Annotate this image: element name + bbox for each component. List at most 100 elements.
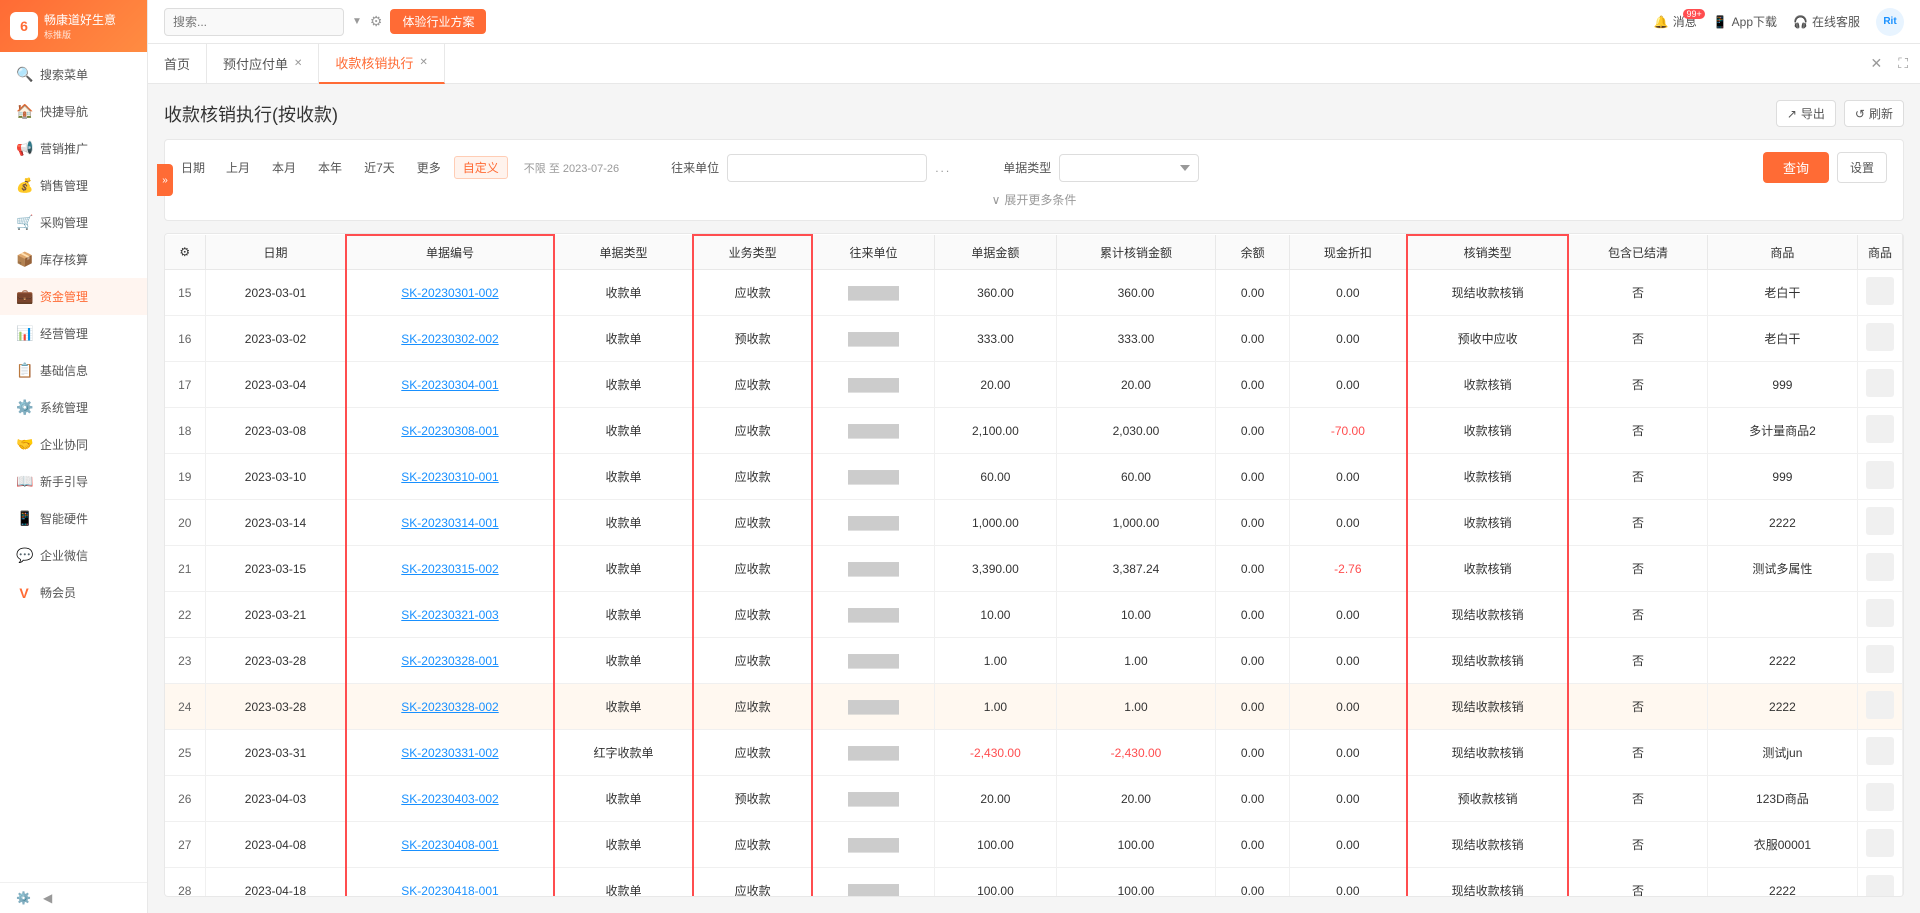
row-date: 2023-04-03 [205,776,346,822]
tab-close-prepay[interactable]: ✕ [294,58,302,69]
sidebar-item-purchase[interactable]: 🛒 采购管理 [0,204,147,241]
voucher-link[interactable]: SK-20230315-002 [401,562,498,576]
sidebar-item-sales[interactable]: 💰 销售管理 [0,167,147,204]
voucher-type-select[interactable] [1059,154,1199,182]
row-balance: 0.00 [1216,776,1290,822]
voucher-link[interactable]: SK-20230304-001 [401,378,498,392]
page-title: 收款核销执行(按收款) [164,101,338,127]
voucher-link[interactable]: SK-20230308-001 [401,424,498,438]
sidebar-item-hardware[interactable]: 📱 智能硬件 [0,500,147,537]
sidebar-item-system[interactable]: ⚙️ 系统管理 [0,389,147,426]
voucher-type-filter: 单据类型 [1003,154,1199,182]
tab-actions: ✕ ⛶ [1866,55,1920,72]
row-no: 28 [165,868,205,898]
money-icon: 💰 [16,177,32,194]
date-btn-custom[interactable]: 自定义 [454,156,508,179]
row-goods-img [1858,822,1903,868]
voucher-link[interactable]: SK-20230314-001 [401,516,498,530]
row-voucher-type: 收款单 [554,868,694,898]
row-include-settled: 否 [1568,454,1707,500]
tab-prepay[interactable]: 预付应付单 ✕ [207,44,319,84]
finance-icon: 💼 [16,288,32,305]
tab-receipt[interactable]: 收款核销执行 ✕ [319,44,444,84]
row-cum-amount: 100.00 [1056,822,1216,868]
voucher-link[interactable]: SK-20230310-001 [401,470,498,484]
partner-filter: 往来单位 ... [671,154,951,182]
cart-icon: 🛒 [16,214,32,231]
row-voucher-type: 收款单 [554,362,694,408]
sidebar-item-quick[interactable]: 🏠 快捷导航 [0,93,147,130]
maximize-tab-icon[interactable]: ⛶ [1894,55,1912,72]
query-button[interactable]: 查询 [1763,152,1829,183]
voucher-link[interactable]: SK-20230302-002 [401,332,498,346]
sidebar-item-basic[interactable]: 📋 基础信息 [0,352,147,389]
tab-close-receipt[interactable]: ✕ [419,57,427,68]
row-include-settled: 否 [1568,546,1707,592]
row-cum-amount: -2,430.00 [1056,730,1216,776]
topbar-gear-icon[interactable]: ⚙ [370,13,383,30]
sidebar-item-wechat[interactable]: 💬 企业微信 [0,537,147,574]
voucher-link[interactable]: SK-20230301-002 [401,286,498,300]
voucher-link[interactable]: SK-20230328-001 [401,654,498,668]
setting-button[interactable]: 设置 [1837,152,1887,183]
date-btn-this-month[interactable]: 本月 [263,156,305,179]
online-service-button[interactable]: 🎧 在线客服 [1793,13,1860,30]
tab-home[interactable]: 首页 [148,44,207,84]
user-avatar[interactable]: Rit [1876,8,1904,36]
row-cum-amount: 1,000.00 [1056,500,1216,546]
row-no: 23 [165,638,205,684]
col-cancel-type: 核销类型 [1407,235,1568,270]
sidebar-item-operation[interactable]: 📊 经营管理 [0,315,147,352]
partner-input[interactable] [727,154,927,182]
col-date: 日期 [205,235,346,270]
table-row: 18 2023-03-08 SK-20230308-001 收款单 应收款 ██… [165,408,1903,454]
row-goods: 2222 [1707,868,1857,898]
voucher-link[interactable]: SK-20230403-002 [401,792,498,806]
row-cash-discount: -2.76 [1289,546,1407,592]
sidebar-item-inventory[interactable]: 📦 库存核算 [0,241,147,278]
page-header: 收款核销执行(按收款) ↗ 导出 ↺ 刷新 [164,100,1904,127]
row-voucher-type: 收款单 [554,546,694,592]
voucher-link[interactable]: SK-20230331-002 [401,746,498,760]
topbar-left: ▼ ⚙ 体验行业方案 [164,8,1642,36]
row-partner: ██████ [812,592,935,638]
date-btn-more[interactable]: 更多 [408,156,450,179]
export-button[interactable]: ↗ 导出 [1776,100,1836,127]
row-biz-type: 应收款 [693,270,811,316]
row-amount: 100.00 [935,822,1056,868]
collapse-icon[interactable]: ◀ [43,891,52,905]
industry-solution-button[interactable]: 体验行业方案 [390,9,486,34]
messages-button[interactable]: 🔔 消息 99+ [1654,13,1697,30]
chevron-down-icon: ∨ [992,193,1001,207]
row-partner: ██████ [812,868,935,898]
refresh-button[interactable]: ↺ 刷新 [1844,100,1904,127]
sidebar-item-marketing[interactable]: 📢 营销推广 [0,130,147,167]
voucher-link[interactable]: SK-20230408-001 [401,838,498,852]
col-cash-discount: 现金折扣 [1289,235,1407,270]
sidebar-item-search[interactable]: 🔍 搜索菜单 [0,56,147,93]
table-header-row: ⚙ 日期 单据编号 单据类型 业务类型 往来单位 单据金额 累计核销金额 余额 … [165,235,1903,270]
row-balance: 0.00 [1216,454,1290,500]
date-btn-this-year[interactable]: 本年 [309,156,351,179]
date-btn-7days[interactable]: 近7天 [355,156,404,179]
voucher-link[interactable]: SK-20230328-002 [401,700,498,714]
row-include-settled: 否 [1568,362,1707,408]
settings-icon[interactable]: ⚙️ [16,891,31,905]
date-btn-last-month[interactable]: 上月 [217,156,259,179]
app-download-button[interactable]: 📱 App下载 [1713,13,1777,30]
sidebar-item-finance[interactable]: 💼 资金管理 [0,278,147,315]
row-date: 2023-04-08 [205,822,346,868]
topbar-search[interactable] [164,8,344,36]
voucher-link[interactable]: SK-20230321-003 [401,608,498,622]
row-amount: 10.00 [935,592,1056,638]
col-balance: 余额 [1216,235,1290,270]
voucher-link[interactable]: SK-20230418-001 [401,884,498,898]
sidebar-item-corp[interactable]: 🤝 企业协同 [0,426,147,463]
sidebar-item-guide[interactable]: 📖 新手引导 [0,463,147,500]
col-setting[interactable]: ⚙ [165,235,205,270]
close-tab-icon[interactable]: ✕ [1866,55,1886,72]
expand-more-button[interactable]: ∨ 展开更多条件 [181,191,1887,208]
box-icon: 📦 [16,251,32,268]
sidebar-item-member[interactable]: V 畅会员 [0,574,147,611]
filter-collapse-button[interactable]: » [157,164,173,196]
